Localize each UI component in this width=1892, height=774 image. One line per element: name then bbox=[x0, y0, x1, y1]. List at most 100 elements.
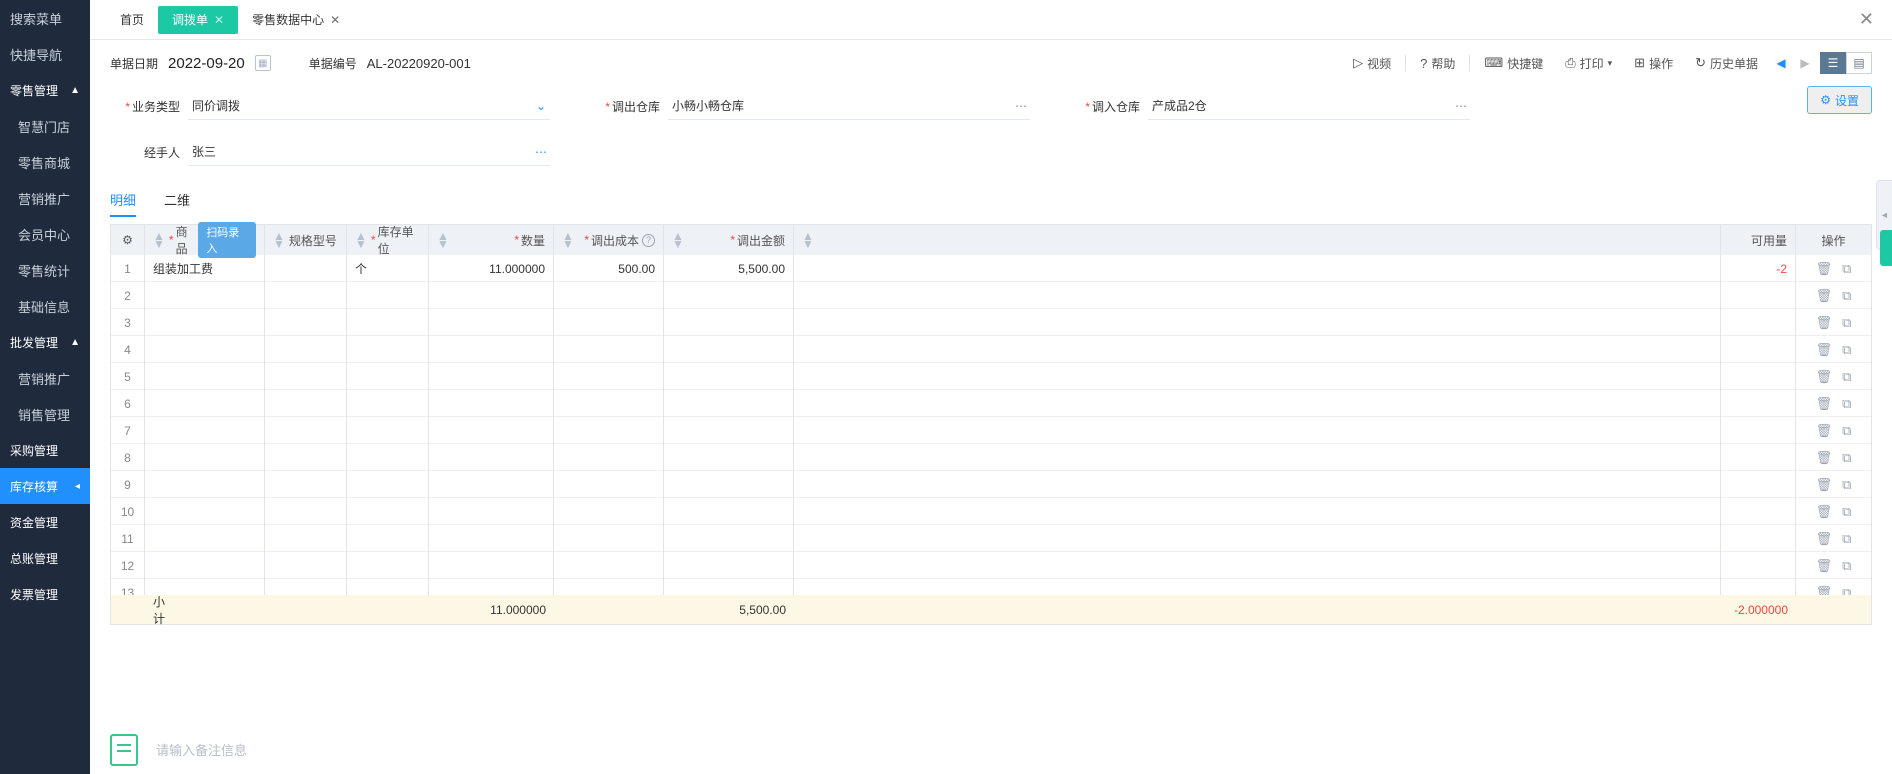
cell-unit[interactable] bbox=[347, 552, 429, 579]
th-amount[interactable]: ▲▼*调出金额 bbox=[664, 225, 794, 255]
table-row[interactable]: 13🗑⧉ bbox=[111, 579, 1871, 595]
sidebar-item-baseinfo[interactable]: 基础信息 bbox=[0, 288, 90, 324]
cell-cost[interactable] bbox=[554, 282, 664, 309]
cell-product[interactable] bbox=[145, 282, 265, 309]
copy-icon[interactable]: ⧉ bbox=[1842, 558, 1851, 574]
cell-spec[interactable] bbox=[265, 336, 347, 363]
cell-qty[interactable] bbox=[429, 498, 554, 525]
cell-cost[interactable] bbox=[554, 417, 664, 444]
cell-amount[interactable] bbox=[664, 309, 794, 336]
cell-spec[interactable] bbox=[265, 309, 347, 336]
copy-icon[interactable]: ⧉ bbox=[1842, 342, 1851, 358]
th-product[interactable]: ▲▼*商品扫码录入 bbox=[145, 225, 265, 255]
cell-unit[interactable] bbox=[347, 444, 429, 471]
sidebar-item-marketing2[interactable]: 营销推广 bbox=[0, 360, 90, 396]
th-qty[interactable]: ▲▼*数量 bbox=[429, 225, 554, 255]
copy-icon[interactable]: ⧉ bbox=[1842, 288, 1851, 304]
cell-amount[interactable] bbox=[664, 363, 794, 390]
table-row[interactable]: 5🗑⧉ bbox=[111, 363, 1871, 390]
copy-icon[interactable]: ⧉ bbox=[1842, 531, 1851, 547]
dstwh-input[interactable]: 产成品2仓⋯ bbox=[1148, 92, 1470, 120]
cell-product[interactable] bbox=[145, 471, 265, 498]
copy-icon[interactable]: ⧉ bbox=[1842, 450, 1851, 466]
sidebar-group-wholesale[interactable]: 批发管理▲ bbox=[0, 324, 90, 360]
cell-unit[interactable] bbox=[347, 525, 429, 552]
sidebar-group-funds[interactable]: 资金管理 bbox=[0, 504, 90, 540]
sidebar-search[interactable]: 搜索菜单 bbox=[0, 0, 90, 36]
delete-icon[interactable]: 🗑 bbox=[1816, 369, 1833, 385]
cell-cost[interactable] bbox=[554, 363, 664, 390]
cell-spec[interactable] bbox=[265, 255, 347, 282]
print-button[interactable]: ⎙打印▾ bbox=[1557, 51, 1620, 76]
table-row[interactable]: 12🗑⧉ bbox=[111, 552, 1871, 579]
subtab-detail[interactable]: 明细 bbox=[110, 184, 136, 217]
cell-spec[interactable] bbox=[265, 444, 347, 471]
remark-input[interactable] bbox=[156, 743, 1872, 758]
biztype-input[interactable]: 同价调拨⌄ bbox=[188, 92, 550, 120]
cell-product[interactable] bbox=[145, 390, 265, 417]
sidebar-item-retailstats[interactable]: 零售统计 bbox=[0, 252, 90, 288]
table-row[interactable]: 10🗑⧉ bbox=[111, 498, 1871, 525]
sidebar-quicknav[interactable]: 快捷导航 bbox=[0, 36, 90, 72]
th-available[interactable]: 可用量 bbox=[1721, 225, 1796, 255]
delete-icon[interactable]: 🗑 bbox=[1816, 342, 1833, 358]
delete-icon[interactable]: 🗑 bbox=[1816, 396, 1833, 412]
delete-icon[interactable]: 🗑 bbox=[1816, 531, 1833, 547]
subtab-2d[interactable]: 二维 bbox=[164, 184, 190, 217]
cell-amount[interactable] bbox=[664, 390, 794, 417]
cell-cost[interactable] bbox=[554, 579, 664, 595]
info-icon[interactable]: ? bbox=[642, 234, 655, 247]
cell-unit[interactable]: 个 bbox=[347, 255, 429, 282]
copy-icon[interactable]: ⧉ bbox=[1842, 423, 1851, 439]
cell-amount[interactable] bbox=[664, 579, 794, 595]
th-cost[interactable]: ▲▼*调出成本? bbox=[554, 225, 664, 255]
sidebar-group-invoice[interactable]: 发票管理 bbox=[0, 576, 90, 612]
cell-qty[interactable] bbox=[429, 363, 554, 390]
th-unit[interactable]: ▲▼*库存单位 bbox=[347, 225, 429, 255]
copy-icon[interactable]: ⧉ bbox=[1842, 261, 1851, 277]
sidebar-group-purchase[interactable]: 采购管理 bbox=[0, 432, 90, 468]
cell-spec[interactable] bbox=[265, 525, 347, 552]
cell-unit[interactable] bbox=[347, 390, 429, 417]
table-row[interactable]: 1组装加工费个11.000000500.005,500.00-2🗑⧉ bbox=[111, 255, 1871, 282]
sidebar-item-salesmgmt[interactable]: 销售管理 bbox=[0, 396, 90, 432]
cell-cost[interactable]: 500.00 bbox=[554, 255, 664, 282]
cell-spec[interactable] bbox=[265, 579, 347, 595]
delete-icon[interactable]: 🗑 bbox=[1816, 423, 1833, 439]
table-row[interactable]: 3🗑⧉ bbox=[111, 309, 1871, 336]
cell-qty[interactable] bbox=[429, 525, 554, 552]
cell-amount[interactable] bbox=[664, 417, 794, 444]
tab-retail-center[interactable]: 零售数据中心✕ bbox=[238, 6, 354, 34]
cell-product[interactable] bbox=[145, 552, 265, 579]
sidebar-item-smartstore[interactable]: 智慧门店 bbox=[0, 108, 90, 144]
delete-icon[interactable]: 🗑 bbox=[1816, 504, 1833, 520]
tab-transfer-order[interactable]: 调拨单✕ bbox=[158, 6, 238, 34]
cell-amount[interactable] bbox=[664, 552, 794, 579]
scan-input-button[interactable]: 扫码录入 bbox=[198, 222, 256, 258]
cell-spec[interactable] bbox=[265, 363, 347, 390]
calendar-icon[interactable]: ▦ bbox=[255, 55, 271, 71]
copy-icon[interactable]: ⧉ bbox=[1842, 585, 1851, 596]
history-button[interactable]: ↻历史单据 bbox=[1687, 51, 1766, 76]
video-button[interactable]: ▷视频 bbox=[1345, 51, 1399, 76]
cell-product[interactable] bbox=[145, 444, 265, 471]
help-button[interactable]: ?帮助 bbox=[1412, 51, 1463, 76]
cell-product[interactable] bbox=[145, 363, 265, 390]
sidebar-item-retailmall[interactable]: 零售商城 bbox=[0, 144, 90, 180]
cell-amount[interactable] bbox=[664, 336, 794, 363]
cell-amount[interactable] bbox=[664, 444, 794, 471]
th-gear[interactable]: ⚙ bbox=[111, 225, 145, 255]
next-doc-button[interactable]: ▶ bbox=[1796, 52, 1814, 74]
table-row[interactable]: 8🗑⧉ bbox=[111, 444, 1871, 471]
copy-icon[interactable]: ⧉ bbox=[1842, 477, 1851, 493]
delete-icon[interactable]: 🗑 bbox=[1816, 558, 1833, 574]
cell-spec[interactable] bbox=[265, 471, 347, 498]
delete-icon[interactable]: 🗑 bbox=[1816, 450, 1833, 466]
cell-spec[interactable] bbox=[265, 390, 347, 417]
tabs-close-all[interactable]: ✕ bbox=[1859, 9, 1874, 30]
view-card-button[interactable]: ▤ bbox=[1846, 52, 1872, 74]
copy-icon[interactable]: ⧉ bbox=[1842, 315, 1851, 331]
cell-unit[interactable] bbox=[347, 498, 429, 525]
table-row[interactable]: 2🗑⧉ bbox=[111, 282, 1871, 309]
cell-cost[interactable] bbox=[554, 471, 664, 498]
